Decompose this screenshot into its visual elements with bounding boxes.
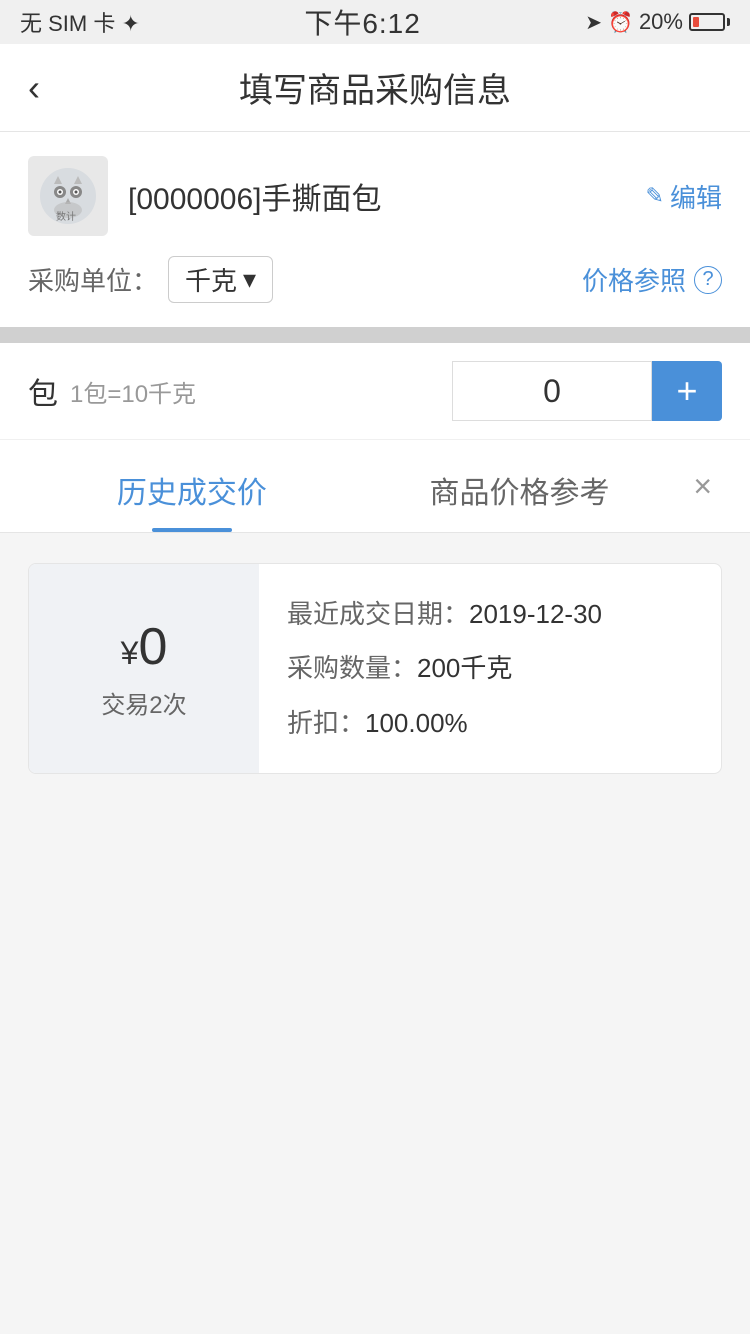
- transaction-count: 交易2次: [101, 685, 186, 720]
- tab-close-button[interactable]: ×: [683, 448, 722, 525]
- product-unit-row: 采购单位： 千克 ▾ 价格参照 ?: [28, 256, 722, 303]
- bag-label: 包: [28, 369, 58, 413]
- product-header: 数计 [0000006]手撕面包 ✎ 编辑: [28, 156, 722, 236]
- recent-date-label: 最近成交日期：: [287, 599, 469, 629]
- quantity-left: 包 1包=10千克: [28, 369, 196, 413]
- discount-value: 100.00%: [365, 708, 468, 738]
- product-name: [0000006]手撕面包: [128, 174, 381, 218]
- transaction-card: ¥0 交易2次 最近成交日期：2019-12-30 采购数量：200千克 折扣：…: [28, 563, 722, 774]
- help-icon: ?: [694, 266, 722, 294]
- location-icon: ➤: [585, 10, 602, 35]
- status-right: ➤ ⏰ 20%: [585, 9, 730, 35]
- section-divider: [0, 327, 750, 343]
- svg-text:数计: 数计: [56, 210, 76, 223]
- product-logo-icon: 数计: [38, 166, 98, 226]
- transaction-price: ¥0: [121, 617, 168, 677]
- close-icon: ×: [693, 468, 712, 504]
- nav-bar: ‹ 填写商品采购信息: [0, 44, 750, 132]
- page-title: 填写商品采购信息: [239, 63, 511, 112]
- battery-percent: 20%: [639, 9, 683, 35]
- edit-button[interactable]: ✎ 编辑: [646, 178, 722, 215]
- dropdown-arrow-icon: ▾: [243, 264, 256, 295]
- tab-active-indicator: [152, 528, 232, 532]
- recent-date-value: 2019-12-30: [469, 599, 602, 629]
- quantity-input[interactable]: [452, 361, 652, 421]
- purchase-quantity-row: 采购数量：200千克: [287, 650, 693, 686]
- price-reference-button[interactable]: 价格参照 ?: [582, 261, 722, 298]
- battery-icon: [689, 13, 730, 31]
- status-bar: 无 SIM 卡 ✦ 下午6:12 ➤ ⏰ 20%: [0, 0, 750, 44]
- alarm-icon: ⏰: [608, 10, 633, 35]
- status-time: 下午6:12: [304, 2, 421, 42]
- sim-wifi-label: 无 SIM 卡 ✦: [20, 6, 140, 38]
- unit-value: 千克: [185, 261, 237, 298]
- back-button[interactable]: ‹: [28, 67, 40, 109]
- tab-history-price[interactable]: 历史成交价: [28, 440, 356, 532]
- card-detail-section: 最近成交日期：2019-12-30 采购数量：200千克 折扣：100.00%: [259, 564, 721, 773]
- status-left: 无 SIM 卡 ✦: [20, 6, 140, 38]
- tab-price-ref-label: 商品价格参考: [429, 477, 609, 510]
- card-price-section: ¥0 交易2次: [29, 564, 259, 773]
- discount-label: 折扣：: [287, 708, 365, 738]
- unit-label: 采购单位： 千克 ▾: [28, 256, 273, 303]
- quantity-section: 包 1包=10千克 +: [0, 343, 750, 440]
- edit-label: 编辑: [670, 178, 722, 215]
- discount-row: 折扣：100.00%: [287, 705, 693, 741]
- tabs-section: 历史成交价 商品价格参考 ×: [0, 440, 750, 533]
- tab-price-reference[interactable]: 商品价格参考: [356, 440, 684, 532]
- recent-date-row: 最近成交日期：2019-12-30: [287, 596, 693, 632]
- price-value: 0: [138, 618, 167, 676]
- tab-history-label: 历史成交价: [117, 477, 267, 510]
- product-section: 数计 [0000006]手撕面包 ✎ 编辑 采购单位： 千克 ▾ 价格参照 ?: [0, 132, 750, 327]
- content-area: ¥0 交易2次 最近成交日期：2019-12-30 采购数量：200千克 折扣：…: [0, 533, 750, 1233]
- edit-icon: ✎: [646, 183, 664, 209]
- purchase-qty-value: 200千克: [417, 653, 512, 683]
- unit-select-dropdown[interactable]: 千克 ▾: [168, 256, 273, 303]
- product-thumbnail: 数计: [28, 156, 108, 236]
- tabs-header: 历史成交价 商品价格参考 ×: [0, 440, 750, 532]
- price-ref-label: 价格参照: [582, 261, 686, 298]
- yen-symbol: ¥: [121, 635, 139, 671]
- quantity-plus-button[interactable]: +: [652, 361, 722, 421]
- bag-conversion: 1包=10千克: [70, 374, 196, 409]
- plus-icon: +: [676, 370, 697, 412]
- quantity-right: +: [452, 361, 722, 421]
- purchase-qty-label: 采购数量：: [287, 653, 417, 683]
- product-left: 数计 [0000006]手撕面包: [28, 156, 381, 236]
